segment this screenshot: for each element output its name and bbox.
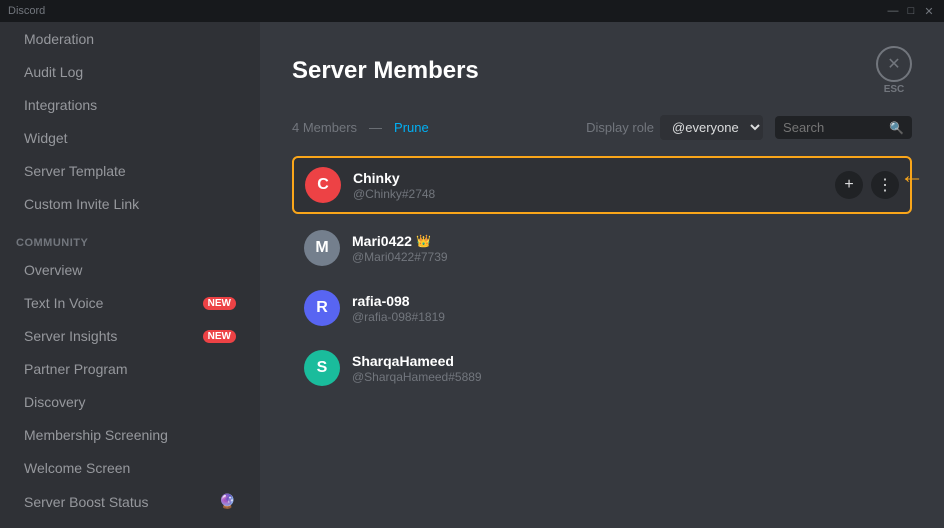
boost-icon: 🔮 <box>219 493 236 510</box>
member-actions-chinky: + ⋮ <box>835 171 899 199</box>
text-in-voice-badge: NEW <box>203 297 236 310</box>
sidebar-item-discovery[interactable]: Discovery <box>8 386 252 418</box>
sidebar-item-partner-program[interactable]: Partner Program <box>8 353 252 385</box>
search-icon: 🔍 <box>889 121 904 135</box>
member-tag-mari0422: @Mari0422#7739 <box>352 250 824 264</box>
member-name-chinky: Chinky <box>353 170 823 186</box>
member-row-chinky[interactable]: C Chinky @Chinky#2748 + ⋮ <box>292 156 912 214</box>
members-count: 4 Members <box>292 120 357 135</box>
sidebar-item-membership-screening[interactable]: Membership Screening <box>8 419 252 451</box>
member-tag-chinky: @Chinky#2748 <box>353 187 823 201</box>
search-box: 🔍 <box>775 116 912 139</box>
sidebar-item-welcome-screen[interactable]: Welcome Screen <box>8 452 252 484</box>
esc-label: ESC <box>884 84 905 95</box>
member-info-chinky: Chinky @Chinky#2748 <box>353 170 823 201</box>
app-body: Moderation Audit Log Integrations Widget… <box>0 22 944 528</box>
display-role-section: Display role @everyone <box>586 115 763 140</box>
window-controls: — □ ✕ <box>886 4 936 18</box>
member-more-button-sharqahameed[interactable]: ⋮ <box>872 354 900 382</box>
sidebar-item-server-template[interactable]: Server Template <box>8 155 252 187</box>
members-toolbar: 4 Members — Prune Display role @everyone… <box>292 115 912 140</box>
member-info-sharqahameed: SharqaHameed @SharqaHameed#5889 <box>352 353 824 384</box>
display-role-select[interactable]: @everyone <box>660 115 763 140</box>
member-name-rafia-098: rafia-098 <box>352 293 824 309</box>
close-button[interactable]: ✕ <box>922 4 936 18</box>
sidebar-item-text-in-voice[interactable]: Text In Voice NEW <box>8 287 252 319</box>
sidebar-item-widget[interactable]: Widget <box>8 122 252 154</box>
member-avatar-rafia-098: R <box>304 290 340 326</box>
member-avatar-sharqahameed: S <box>304 350 340 386</box>
member-tag-rafia-098: @rafia-098#1819 <box>352 310 824 324</box>
member-more-button-mari0422[interactable]: ⋮ <box>872 234 900 262</box>
user-management-section-label: USER MANAGEMENT <box>0 519 260 528</box>
sidebar-item-integrations[interactable]: Integrations <box>8 89 252 121</box>
prune-link[interactable]: Prune <box>394 120 429 135</box>
maximize-button[interactable]: □ <box>904 4 918 18</box>
member-row-sharqahameed[interactable]: S SharqaHameed @SharqaHameed#5889 + ⋮ <box>292 340 912 396</box>
member-info-mari0422: Mari0422👑 @Mari0422#7739 <box>352 233 824 264</box>
community-section-label: COMMUNITY <box>0 221 260 253</box>
member-row-rafia-098[interactable]: R rafia-098 @rafia-098#1819 + ⋮ <box>292 280 912 336</box>
search-input[interactable] <box>783 120 883 135</box>
sidebar-item-audit-log[interactable]: Audit Log <box>8 56 252 88</box>
crown-icon-mari0422: 👑 <box>416 234 431 248</box>
member-info-rafia-098: rafia-098 @rafia-098#1819 <box>352 293 824 324</box>
app-title: Discord <box>8 5 45 17</box>
sidebar-item-custom-invite-link[interactable]: Custom Invite Link <box>8 188 252 220</box>
member-tag-sharqahameed: @SharqaHameed#5889 <box>352 370 824 384</box>
display-role-label: Display role <box>586 120 654 135</box>
member-add-button-chinky[interactable]: + <box>835 171 863 199</box>
member-list: C Chinky @Chinky#2748 + ⋮ M Mari0422👑 @M… <box>292 156 912 396</box>
esc-circle-icon[interactable]: ✕ <box>876 46 912 82</box>
main-content: Server Members ✕ ESC 4 Members — Prune D… <box>260 22 944 528</box>
member-add-button-sharqahameed[interactable]: + <box>836 354 864 382</box>
sidebar-item-server-insights[interactable]: Server Insights NEW <box>8 320 252 352</box>
arrow-annotation: ← <box>900 162 924 190</box>
member-avatar-chinky: C <box>305 167 341 203</box>
page-title: Server Members <box>292 57 479 85</box>
members-separator: — <box>369 120 382 135</box>
page-header: Server Members ✕ ESC <box>292 46 912 95</box>
member-add-button-rafia-098[interactable]: + <box>836 294 864 322</box>
server-insights-badge: NEW <box>203 330 236 343</box>
member-add-button-mari0422[interactable]: + <box>836 234 864 262</box>
sidebar-item-overview[interactable]: Overview <box>8 254 252 286</box>
titlebar: Discord — □ ✕ <box>0 0 944 22</box>
member-name-mari0422: Mari0422👑 <box>352 233 824 249</box>
minimize-button[interactable]: — <box>886 4 900 18</box>
sidebar: Moderation Audit Log Integrations Widget… <box>0 22 260 528</box>
member-more-button-rafia-098[interactable]: ⋮ <box>872 294 900 322</box>
member-avatar-mari0422: M <box>304 230 340 266</box>
esc-button[interactable]: ✕ ESC <box>876 46 912 95</box>
sidebar-item-server-boost-status[interactable]: Server Boost Status 🔮 <box>8 485 252 518</box>
member-row-mari0422[interactable]: M Mari0422👑 @Mari0422#7739 + ⋮ <box>292 220 912 276</box>
sidebar-item-moderation[interactable]: Moderation <box>8 23 252 55</box>
member-name-sharqahameed: SharqaHameed <box>352 353 824 369</box>
member-more-button-chinky[interactable]: ⋮ <box>871 171 899 199</box>
